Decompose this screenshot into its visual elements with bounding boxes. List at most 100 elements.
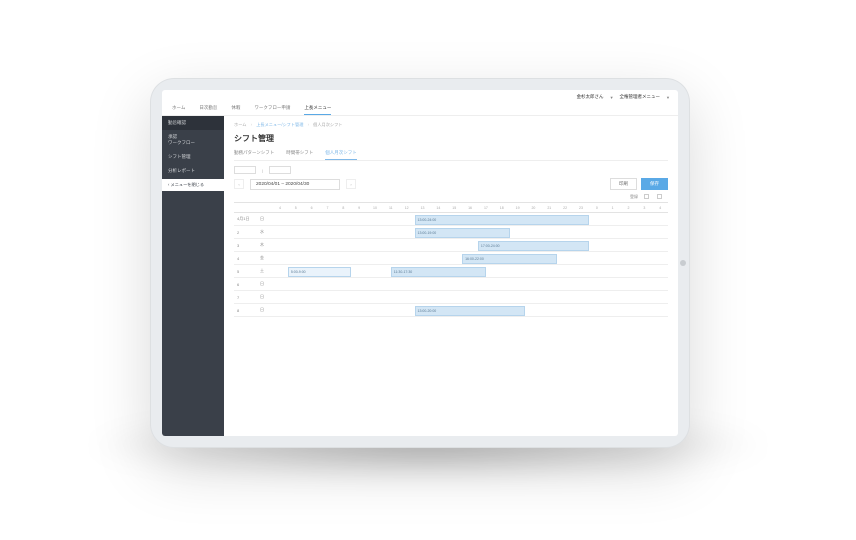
next-period-button[interactable]: › <box>346 179 356 189</box>
subtab-timeband[interactable]: 時間帯シフト <box>286 150 313 160</box>
day-cell: 日 <box>260 307 272 313</box>
tab-manager[interactable]: 上長メニュー <box>304 105 331 115</box>
shift-bar[interactable]: 16:00-22:00 <box>462 254 557 264</box>
date-range-display[interactable]: 2020/04/01 – 2020/04/30 <box>250 179 340 190</box>
hour-label: 9 <box>351 206 367 210</box>
grid-row: 5土5:00-9:0011:30-17:30 <box>234 265 668 278</box>
prev-period-button[interactable]: ‹ <box>234 179 244 189</box>
admin-menu-link[interactable]: 全権管理者メニュー <box>620 94 661 100</box>
tablet-frame: 金杉太郎さん ▼ 全権管理者メニュー ▼ ホーム 日次勤怠 休暇 ワークフロー申… <box>150 78 690 448</box>
grid-row: 3木 17:00-24:00 <box>234 239 668 252</box>
topbar: 金杉太郎さん ▼ 全権管理者メニュー ▼ <box>162 90 678 102</box>
sidebar: 勤怠確認 承認 ワークフロー シフト管理 分析レポート ‹ メニューを閉じる <box>162 116 224 436</box>
hour-label: 12 <box>399 206 415 210</box>
legend-swatch-2 <box>657 194 662 199</box>
row-timeline[interactable] <box>272 291 668 303</box>
grid-row: 4月1日日13:00-24:00 <box>234 213 668 226</box>
hour-label: 10 <box>367 206 383 210</box>
hour-label: 17 <box>478 206 494 210</box>
pager-box-1[interactable] <box>234 166 256 174</box>
sidebar-item-attendance[interactable]: 勤怠確認 <box>162 116 224 130</box>
hour-label: 16 <box>462 206 478 210</box>
hour-label: 21 <box>541 206 557 210</box>
sidebar-item-report[interactable]: 分析レポート <box>162 164 224 178</box>
subtab-pattern[interactable]: 勤務パターンシフト <box>234 150 274 160</box>
hour-label: 2 <box>621 206 637 210</box>
grid-row: 2水 13:00-19:00 <box>234 226 668 239</box>
print-button[interactable]: 印刷 <box>610 178 637 190</box>
main-tabs: ホーム 日次勤怠 休暇 ワークフロー申請 上長メニュー <box>162 102 678 116</box>
sidebar-collapse[interactable]: ‹ メニューを閉じる <box>162 179 224 191</box>
hour-label: 13 <box>415 206 431 210</box>
row-timeline[interactable]: 13:00-19:00 <box>272 226 668 238</box>
grid-row: 6日 <box>234 278 668 291</box>
hour-label: 6 <box>304 206 320 210</box>
shift-bar[interactable]: 13:00-20:00 <box>415 306 526 316</box>
row-timeline[interactable]: 5:00-9:00 11:30-17:30 <box>272 265 668 277</box>
day-cell: 日 <box>260 281 272 287</box>
grid-row: 7日 <box>234 291 668 304</box>
hour-label: 14 <box>430 206 446 210</box>
crumb-sep-icon: › <box>251 122 252 127</box>
shift-bar[interactable]: 13:00-24:00 <box>415 215 589 225</box>
pager-box-2[interactable] <box>269 166 291 174</box>
date-cell: 2 <box>234 230 260 235</box>
crumb-2: 個人月次シフト <box>313 122 342 127</box>
day-cell: 木 <box>260 242 272 248</box>
hour-label: 15 <box>446 206 462 210</box>
row-timeline[interactable]: 13:00-20:00 <box>272 304 668 316</box>
hour-label: 8 <box>335 206 351 210</box>
hour-label: 18 <box>494 206 510 210</box>
hour-label: 1 <box>605 206 621 210</box>
day-cell: 日 <box>260 294 272 300</box>
row-timeline[interactable]: 17:00-24:00 <box>272 239 668 251</box>
tab-daily[interactable]: 日次勤怠 <box>199 105 217 115</box>
date-cell: 7 <box>234 295 260 300</box>
tab-workflow[interactable]: ワークフロー申請 <box>254 105 290 115</box>
tab-leave[interactable]: 休暇 <box>231 105 240 115</box>
page-title: シフト管理 <box>234 133 668 144</box>
hour-label: 19 <box>510 206 526 210</box>
row-timeline[interactable]: 16:00-22:005:00-7:00 <box>272 252 668 264</box>
crumb-1[interactable]: 上長メニュー/シフト管理 <box>256 122 303 127</box>
sidebar-item-shift[interactable]: シフト管理 <box>162 150 224 164</box>
crumb-0[interactable]: ホーム <box>234 122 246 127</box>
shift-grid: 456789101112131415161718192021222301234 … <box>234 202 668 436</box>
shift-bar[interactable]: 11:30-17:30 <box>391 267 486 277</box>
save-button[interactable]: 保存 <box>641 178 668 190</box>
shift-bar[interactable]: 13:00-19:00 <box>415 228 510 238</box>
action-buttons: 印刷 保存 <box>610 178 668 190</box>
date-cell: 3 <box>234 243 260 248</box>
user-caret-icon[interactable]: ▼ <box>610 95 614 100</box>
hour-header: 456789101112131415161718192021222301234 <box>272 206 668 210</box>
hour-label: 22 <box>557 206 573 210</box>
row-timeline[interactable] <box>272 278 668 290</box>
shift-bar[interactable]: 17:00-24:00 <box>478 241 589 251</box>
day-cell: 金 <box>260 255 272 261</box>
day-cell: 日 <box>260 216 272 222</box>
hour-label: 3 <box>636 206 652 210</box>
hour-label: 7 <box>320 206 336 210</box>
sidebar-item-approval[interactable]: 承認 ワークフロー <box>162 130 224 150</box>
subtab-monthly[interactable]: 個人月次シフト <box>325 150 357 160</box>
pager-sep: | <box>262 168 263 173</box>
grid-body: 4月1日日13:00-24:002水13:00-19:003木17:00-24:… <box>234 213 668 317</box>
grid-row: 8日13:00-20:00 <box>234 304 668 317</box>
legend-label: 登録 <box>630 194 638 200</box>
row-timeline[interactable]: 13:00-24:00 <box>272 213 668 225</box>
hour-label: 5 <box>288 206 304 210</box>
hour-label: 23 <box>573 206 589 210</box>
hour-label: 4 <box>652 206 668 210</box>
breadcrumb: ホーム › 上長メニュー/シフト管理 › 個人月次シフト <box>234 122 668 128</box>
shift-bar[interactable]: 5:00-9:00 <box>288 267 351 277</box>
admin-caret-icon[interactable]: ▼ <box>666 95 670 100</box>
sub-tabs: 勤務パターンシフト 時間帯シフト 個人月次シフト <box>234 150 668 161</box>
legend-swatch-1 <box>644 194 649 199</box>
tab-home[interactable]: ホーム <box>172 105 185 115</box>
user-label: 金杉太郎さん <box>577 94 604 100</box>
day-cell: 水 <box>260 229 272 235</box>
home-button[interactable] <box>680 260 686 266</box>
hour-label: 4 <box>272 206 288 210</box>
main-content: ホーム › 上長メニュー/シフト管理 › 個人月次シフト シフト管理 勤務パター… <box>224 116 678 436</box>
crumb-sep-icon: › <box>308 122 309 127</box>
